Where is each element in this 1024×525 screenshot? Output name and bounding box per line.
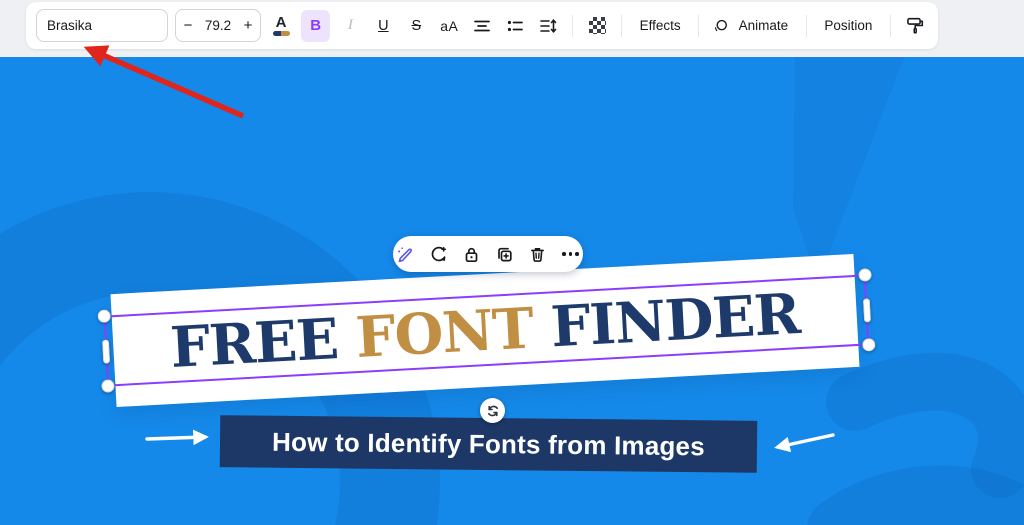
comment-icon — [431, 246, 447, 261]
duplicate-icon — [498, 247, 512, 261]
underline-icon: U — [378, 17, 389, 34]
align-center-button[interactable] — [469, 10, 495, 42]
strikethrough-icon: S — [411, 17, 422, 34]
subtitle-text: How to Identify Fonts from Images — [271, 426, 706, 461]
bold-icon: B — [310, 17, 322, 34]
align-center-icon — [474, 20, 491, 31]
font-size-increase-button[interactable]: + — [236, 17, 260, 34]
position-button[interactable]: Position — [818, 10, 878, 42]
font-size-decrease-button[interactable]: − — [176, 17, 200, 34]
rotate-icon — [487, 405, 498, 416]
more-options-button[interactable] — [561, 244, 581, 264]
stretch-handle-left[interactable] — [101, 338, 111, 364]
copy-style-button[interactable] — [902, 10, 928, 42]
transparency-icon — [588, 17, 606, 34]
delete-button[interactable] — [528, 244, 548, 264]
line-spacing-button[interactable] — [535, 10, 561, 42]
paint-roller-icon — [906, 17, 923, 34]
font-size-stepper: − + — [175, 9, 261, 42]
toolbar-separator — [621, 14, 623, 37]
font-name-input[interactable] — [36, 9, 168, 42]
text-color-icon: A — [275, 13, 287, 31]
effects-button[interactable]: Effects — [633, 10, 687, 42]
bulleted-list-icon — [508, 20, 524, 31]
rotate-handle[interactable] — [480, 398, 505, 423]
lock-icon — [465, 247, 478, 262]
element-context-toolbar — [393, 236, 583, 272]
toolbar-separator — [889, 14, 891, 37]
subtitle-banner[interactable]: How to Identify Fonts from Images — [219, 415, 758, 473]
lock-button[interactable] — [462, 244, 482, 264]
delete-icon — [531, 247, 544, 262]
comment-button[interactable] — [429, 244, 449, 264]
duplicate-button[interactable] — [495, 244, 515, 264]
italic-icon: I — [347, 17, 353, 33]
animate-icon — [714, 19, 727, 31]
magic-edit-button[interactable] — [396, 244, 416, 264]
animate-button[interactable]: Animate — [710, 10, 795, 42]
bulleted-list-button[interactable] — [502, 10, 528, 42]
letter-case-icon: aA — [440, 17, 459, 34]
stretch-handle-right[interactable] — [862, 297, 872, 323]
more-icon — [562, 252, 579, 256]
design-canvas[interactable]: FREE FONT FINDER How to Identify Fonts f… — [0, 57, 1024, 525]
resize-handle-top-left[interactable] — [97, 309, 112, 323]
text-color-button[interactable]: A — [268, 10, 294, 42]
italic-button[interactable]: I — [337, 10, 363, 42]
line-spacing-icon — [540, 18, 557, 33]
toolbar-separator — [697, 14, 699, 37]
bold-button[interactable]: B — [301, 9, 331, 42]
toolbar-separator — [572, 14, 574, 37]
text-toolbar: − + A B I U S aA — [26, 2, 938, 49]
letter-case-button[interactable]: aA — [436, 10, 462, 42]
underline-button[interactable]: U — [370, 10, 396, 42]
font-size-input[interactable] — [200, 18, 236, 33]
text-color-swatch — [272, 30, 290, 36]
magic-edit-pencil-icon — [398, 246, 412, 262]
strikethrough-button[interactable]: S — [403, 10, 429, 42]
toolbar-separator — [806, 14, 808, 37]
transparency-button[interactable] — [584, 10, 610, 42]
